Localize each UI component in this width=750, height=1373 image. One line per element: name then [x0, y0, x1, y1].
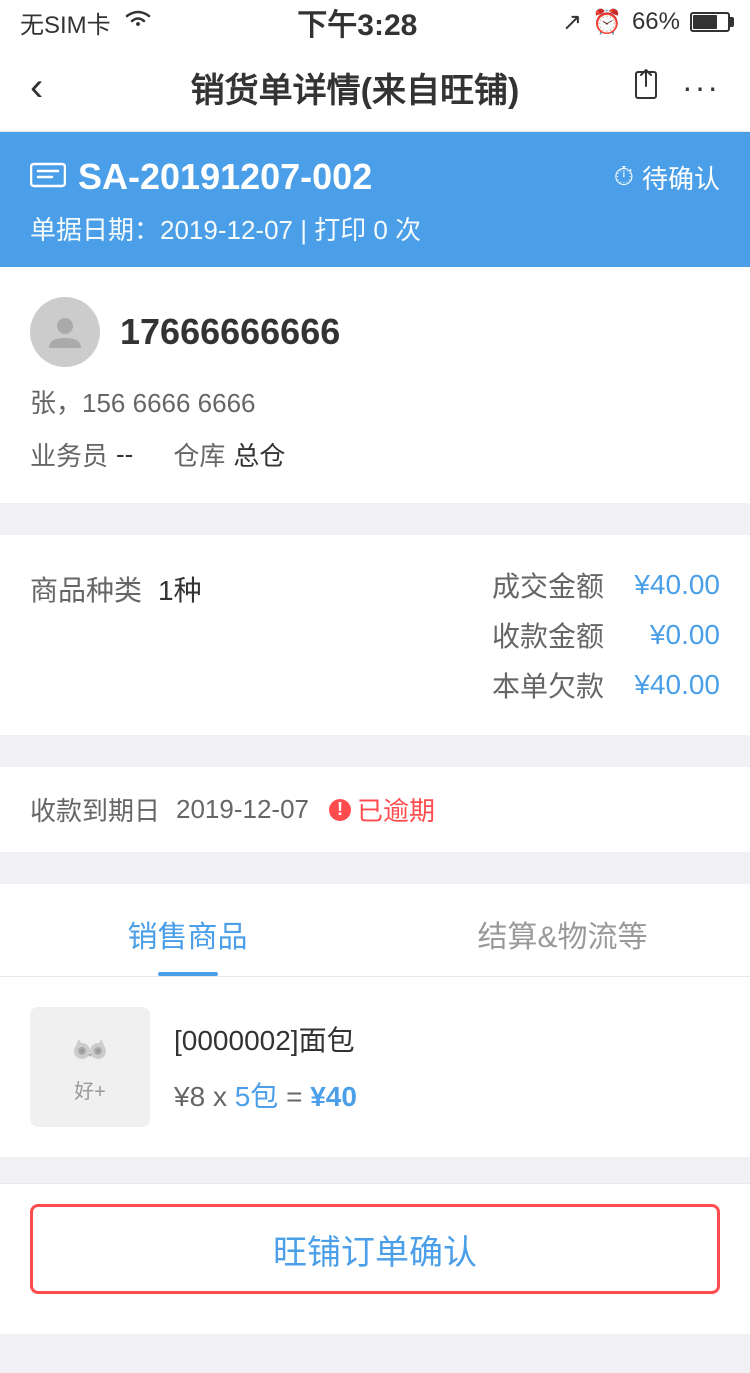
back-button[interactable]: ‹ [30, 65, 90, 110]
nav-actions: ··· [620, 68, 720, 108]
table-row: 好+ [0000002]面包 ¥8 x 5包 = ¥40 [0, 977, 750, 1157]
status-clock-icon: ⏱ [614, 161, 634, 193]
duedate-date: 2019-12-07 [176, 794, 309, 825]
logo-text: 好+ [74, 1075, 106, 1104]
order-id: SA-20191207-002 [30, 156, 372, 198]
customer-name: 张，156 6666 6666 [30, 383, 720, 420]
received-label: 收款金额 [492, 615, 604, 655]
amount-label: 成交金额 [492, 565, 604, 605]
status-bar-time: 下午3:28 [297, 0, 417, 44]
salesperson-item: 业务员 -- [30, 436, 133, 473]
product-price: ¥8 x 5包 = ¥40 [174, 1075, 720, 1115]
salesperson-label: 业务员 [30, 436, 108, 473]
received-value: ¥0.00 [620, 619, 720, 651]
tabs-container: 销售商品 结算&物流等 [0, 884, 750, 977]
status-bar: 无SIM卡 下午3:28 ↗ ⏰ 66% [0, 0, 750, 44]
divider-1 [0, 519, 750, 535]
owed-value: ¥40.00 [620, 669, 720, 701]
divider-2 [0, 751, 750, 767]
salesperson-value: -- [116, 439, 133, 470]
product-image: 好+ [30, 1007, 150, 1127]
customer-phone: 17666666666 [120, 311, 340, 353]
alarm-icon: ⏰ [592, 8, 622, 37]
order-date: 单据日期：2019-12-07 | 打印 0 次 [30, 210, 720, 247]
owed-label: 本单欠款 [492, 665, 604, 705]
status-bar-right: ↗ ⏰ 66% [562, 8, 730, 37]
bottom-bar: 旺铺订单确认 [0, 1183, 750, 1334]
warehouse-item: 仓库 总仓 [173, 436, 285, 473]
summary-left: 商品种类 1种 [30, 565, 202, 609]
status-bar-left: 无SIM卡 [20, 5, 153, 40]
tab-products[interactable]: 销售商品 [0, 884, 375, 976]
price-equals: = [286, 1081, 310, 1112]
summary-right: 成交金额 ¥40.00 收款金额 ¥0.00 本单欠款 ¥40.00 [492, 565, 720, 705]
owed-row: 本单欠款 ¥40.00 [492, 665, 720, 705]
order-header-top: SA-20191207-002 ⏱ 待确认 [30, 156, 720, 198]
warehouse-label: 仓库 [173, 436, 225, 473]
status-text: 待确认 [642, 159, 720, 196]
share-icon[interactable] [630, 68, 662, 108]
type-label: 商品种类 [30, 569, 142, 609]
amount-row: 成交金额 ¥40.00 [492, 565, 720, 605]
order-header: SA-20191207-002 ⏱ 待确认 单据日期：2019-12-07 | … [0, 132, 750, 267]
overdue-dot-icon: ! [329, 799, 351, 821]
more-icon[interactable]: ··· [682, 69, 720, 106]
battery-icon [690, 12, 730, 32]
price-qty: 5包 [235, 1081, 279, 1112]
duedate-label: 收款到期日 [30, 791, 160, 828]
order-status: ⏱ 待确认 [614, 159, 720, 196]
warehouse-value: 总仓 [233, 436, 285, 473]
customer-card: 17666666666 张，156 6666 6666 业务员 -- 仓库 总仓 [0, 267, 750, 503]
confirm-button[interactable]: 旺铺订单确认 [30, 1204, 720, 1294]
product-list: 好+ [0000002]面包 ¥8 x 5包 = ¥40 [0, 977, 750, 1157]
amount-value: ¥40.00 [620, 569, 720, 601]
divider-3 [0, 868, 750, 884]
product-logo: 好+ [60, 1031, 120, 1104]
customer-meta: 业务员 -- 仓库 总仓 [30, 436, 720, 473]
page-title: 销货单详情(来自旺铺) [90, 63, 620, 112]
nav-bar: ‹ 销货单详情(来自旺铺) ··· [0, 44, 750, 132]
battery-text: 66% [632, 8, 680, 36]
product-info: [0000002]面包 ¥8 x 5包 = ¥40 [174, 1019, 720, 1115]
tabs: 销售商品 结算&物流等 [0, 884, 750, 977]
overdue-badge: ! 已逾期 [329, 791, 435, 828]
overdue-text: 已逾期 [357, 791, 435, 828]
product-name: [0000002]面包 [174, 1019, 720, 1059]
carrier-text: 无SIM卡 [20, 5, 111, 40]
customer-top: 17666666666 [30, 297, 720, 367]
price-total: ¥40 [310, 1081, 357, 1112]
duedate-card: 收款到期日 2019-12-07 ! 已逾期 [0, 767, 750, 852]
wifi-icon [123, 8, 153, 37]
location-icon: ↗ [562, 8, 582, 37]
received-row: 收款金额 ¥0.00 [492, 615, 720, 655]
price-value: ¥8 [174, 1081, 205, 1112]
tab-settlement[interactable]: 结算&物流等 [375, 884, 750, 976]
type-value: 1种 [158, 569, 202, 609]
avatar [30, 297, 100, 367]
order-icon [30, 156, 66, 198]
summary-card: 商品种类 1种 成交金额 ¥40.00 收款金额 ¥0.00 本单欠款 ¥40.… [0, 535, 750, 735]
price-multiply: x [213, 1081, 235, 1112]
